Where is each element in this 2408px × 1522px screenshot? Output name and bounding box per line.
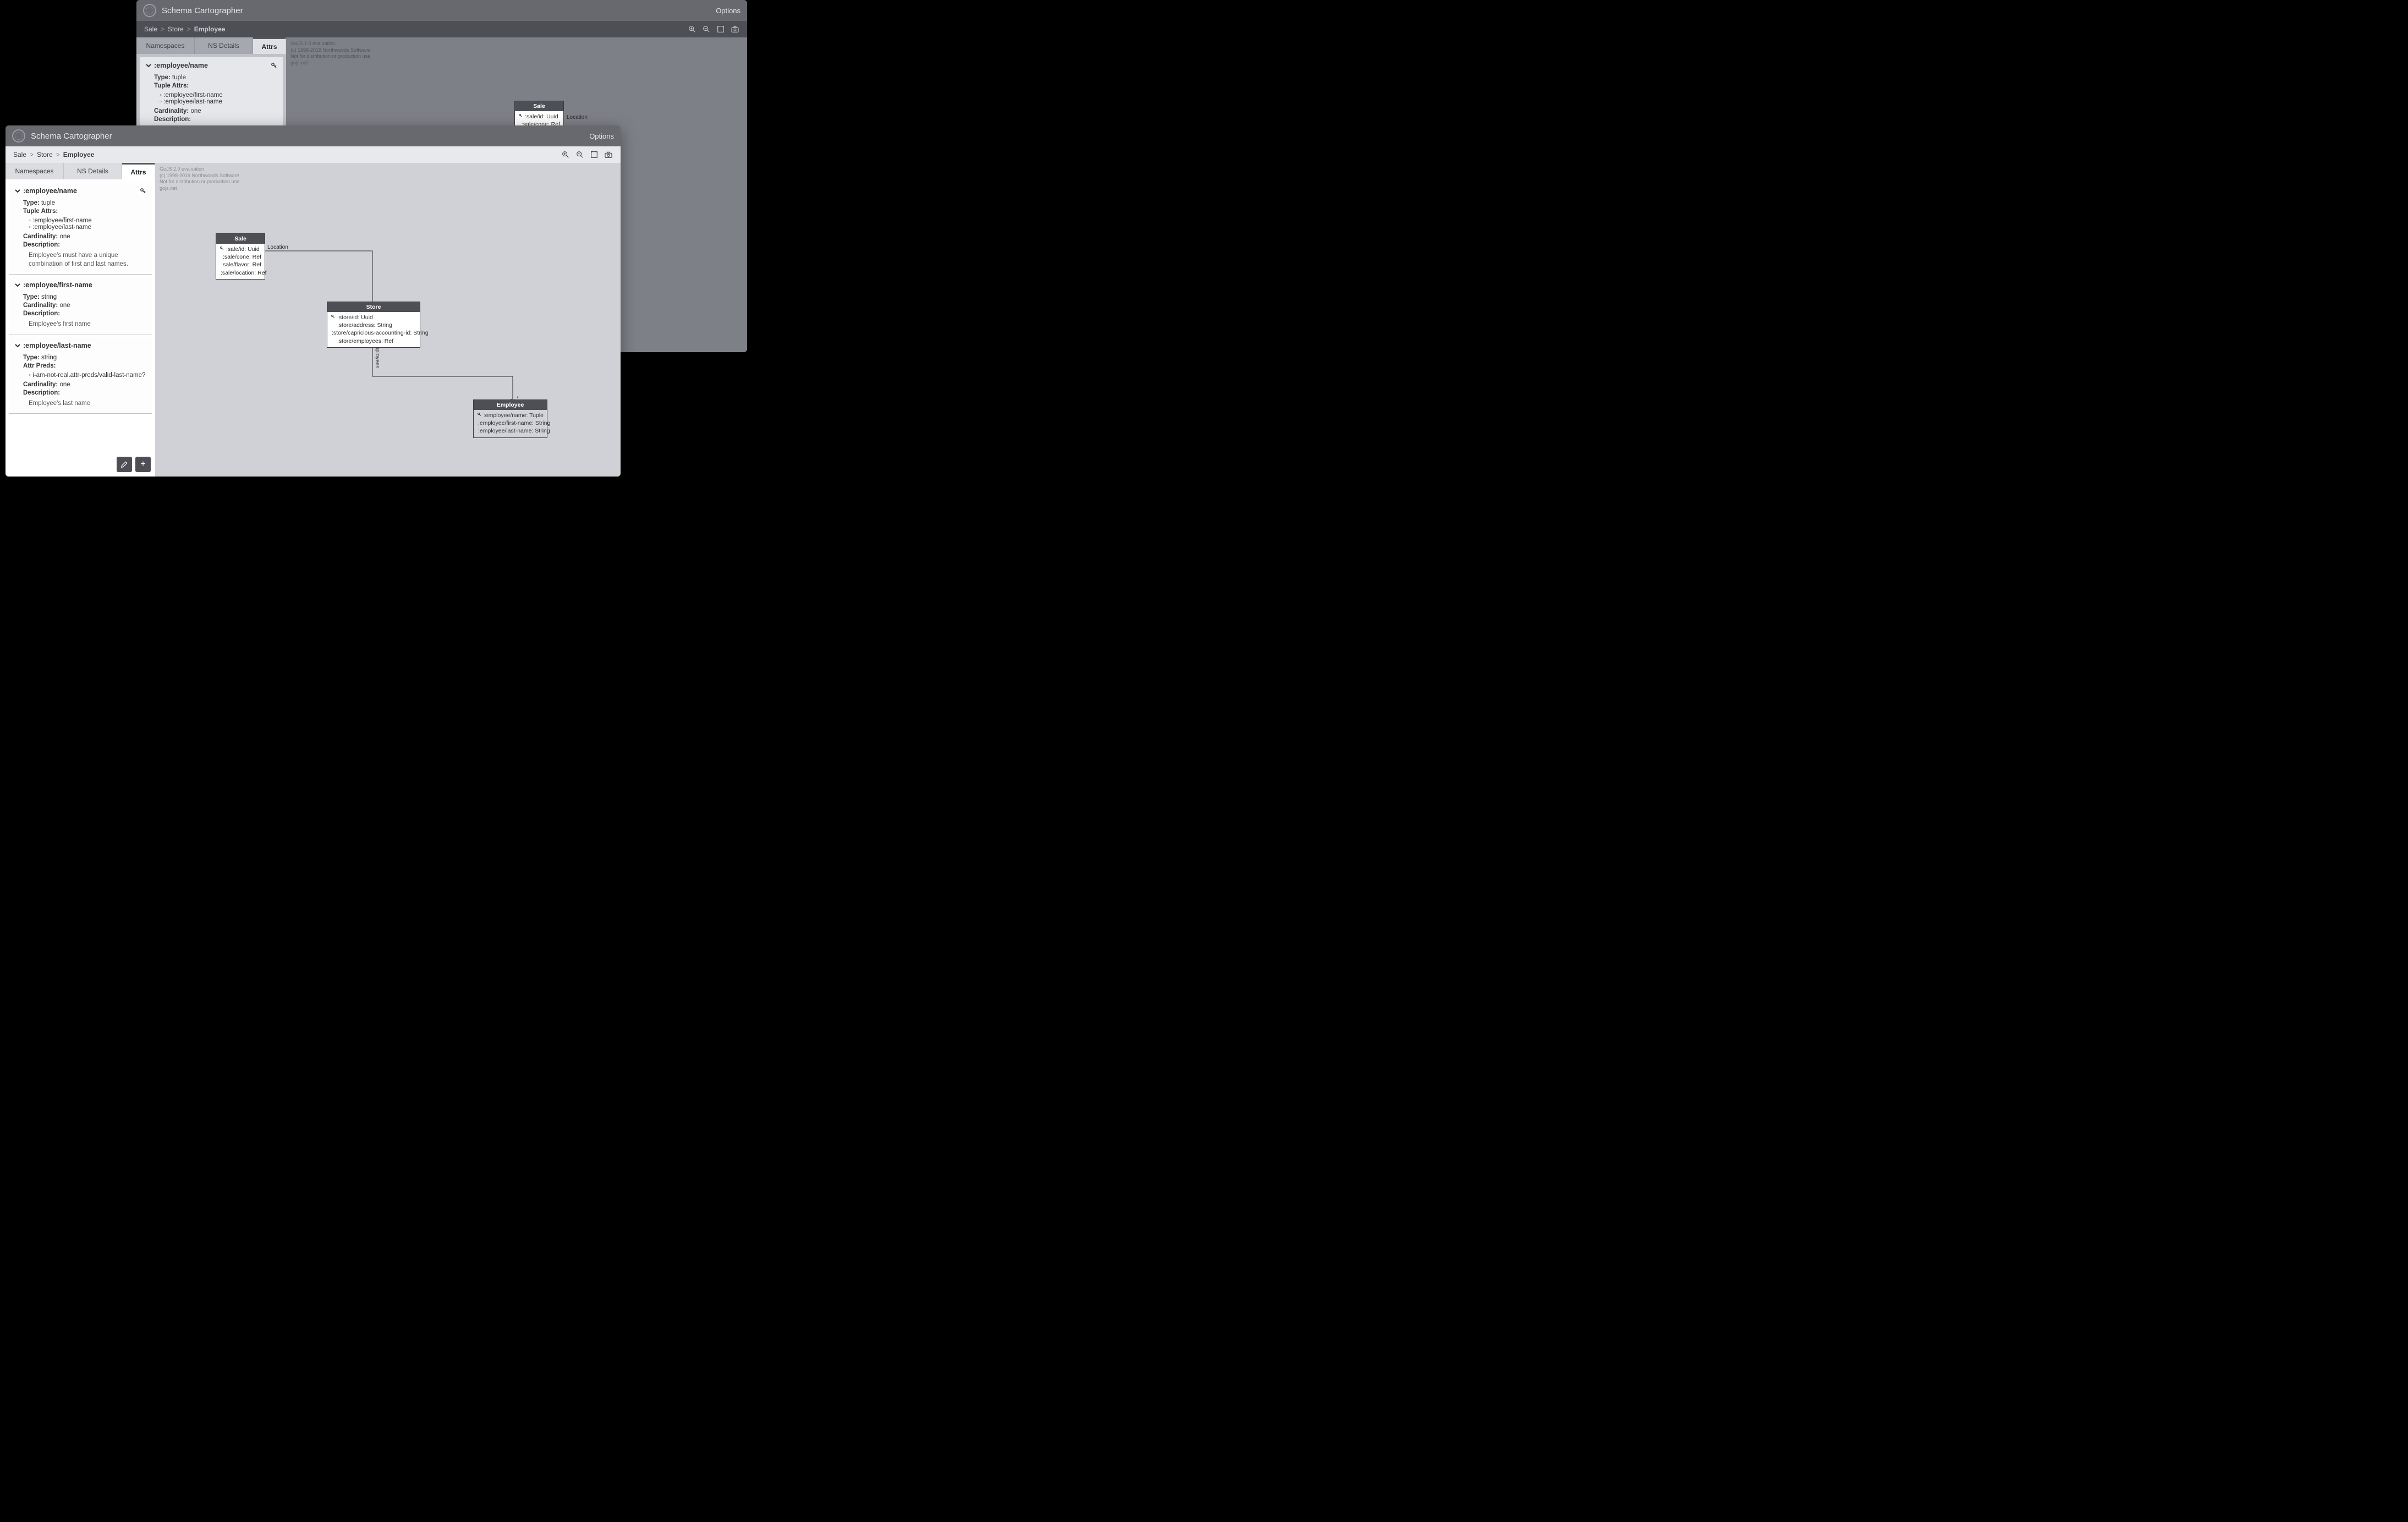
attr-title: :employee/name <box>23 187 77 195</box>
zoom-out-icon[interactable] <box>575 150 584 159</box>
app-window-front: Schema Cartographer Options Sale > Store… <box>6 125 621 477</box>
chevron-down-icon <box>14 282 21 288</box>
attr-desc: Employee's first name <box>23 319 146 329</box>
toolbar: Sale > Store > Employee <box>136 21 747 37</box>
titlebar: Schema Cartographer Options <box>6 125 621 146</box>
chevron-down-icon <box>14 188 21 194</box>
key-icon <box>518 113 524 121</box>
breadcrumb-employee[interactable]: Employee <box>194 25 226 33</box>
breadcrumb-employee[interactable]: Employee <box>63 151 95 158</box>
camera-icon[interactable] <box>604 150 613 159</box>
tab-attrs[interactable]: Attrs <box>122 163 155 179</box>
fit-icon[interactable] <box>590 150 599 159</box>
fit-icon[interactable] <box>716 25 725 34</box>
tabs: Namespaces NS Details Attrs <box>136 37 286 54</box>
key-icon <box>331 314 336 321</box>
tab-attrs[interactable]: Attrs <box>253 37 286 54</box>
breadcrumb: Sale > Store > Employee <box>144 25 225 33</box>
app-title: Schema Cartographer <box>162 6 243 15</box>
titlebar: Schema Cartographer Options <box>136 0 747 21</box>
link-label-location: Location <box>267 244 288 250</box>
gojs-watermark: GoJS 2.0 evaluation (c) 1998-2019 Northw… <box>290 41 370 67</box>
attr-panel-first: :employee/first-name Type: string Cardin… <box>9 277 152 335</box>
camera-icon[interactable] <box>731 25 739 34</box>
options-link[interactable]: Options <box>716 7 740 15</box>
edit-button[interactable] <box>117 457 132 472</box>
attr-title: :employee/first-name <box>23 281 92 289</box>
key-icon <box>477 412 482 419</box>
tab-namespaces[interactable]: Namespaces <box>6 163 64 179</box>
sidebar: Namespaces NS Details Attrs :employee/na… <box>6 163 155 477</box>
attr-toggle-first[interactable]: :employee/first-name <box>14 281 146 289</box>
breadcrumb: Sale > Store > Employee <box>13 151 94 158</box>
attr-panel-last: :employee/last-name Type: string Attr Pr… <box>9 337 152 414</box>
attr-title: :employee/name <box>154 62 208 69</box>
key-icon <box>271 62 277 69</box>
attr-panel-name: :employee/name Type: tuple Tuple Attrs: … <box>140 57 283 130</box>
tab-ns-details[interactable]: NS Details <box>64 163 122 179</box>
zoom-out-icon[interactable] <box>702 25 711 34</box>
node-employee[interactable]: Employee :employee/name: Tuple :employee… <box>473 399 547 438</box>
chevron-down-icon <box>14 342 21 349</box>
app-title: Schema Cartographer <box>31 132 112 141</box>
compass-icon <box>143 4 156 17</box>
attr-toggle-name[interactable]: :employee/name <box>14 187 146 195</box>
node-sale[interactable]: Sale :sale/id: Uuid :sale/cone: Ref :sal… <box>216 233 265 280</box>
tab-namespaces[interactable]: Namespaces <box>136 37 195 54</box>
link-label-location: Location <box>567 114 588 121</box>
attr-list: :employee/name Type: tuple Tuple Attrs: … <box>6 179 155 477</box>
attr-title: :employee/last-name <box>23 342 91 349</box>
zoom-in-icon[interactable] <box>561 150 570 159</box>
tab-ns-details[interactable]: NS Details <box>195 37 253 54</box>
gojs-watermark: GoJS 2.0 evaluation (c) 1998-2019 Northw… <box>160 166 239 192</box>
attr-desc: Employee's last name <box>23 398 146 408</box>
diagram-canvas[interactable]: GoJS 2.0 evaluation (c) 1998-2019 Northw… <box>155 163 621 477</box>
key-icon <box>220 245 225 253</box>
breadcrumb-store[interactable]: Store <box>168 25 184 33</box>
breadcrumb-sale[interactable]: Sale <box>13 151 26 158</box>
key-icon <box>140 188 146 194</box>
chevron-down-icon <box>145 62 152 69</box>
toolbar: Sale > Store > Employee <box>6 146 621 163</box>
add-button[interactable]: + <box>135 457 151 472</box>
options-link[interactable]: Options <box>589 132 614 140</box>
breadcrumb-sale[interactable]: Sale <box>144 25 157 33</box>
attr-toggle-last[interactable]: :employee/last-name <box>14 342 146 349</box>
attr-panel-name: :employee/name Type: tuple Tuple Attrs: … <box>9 183 152 275</box>
node-store[interactable]: Store :store/id: Uuid :store/address: St… <box>327 302 420 348</box>
zoom-in-icon[interactable] <box>688 25 696 34</box>
tabs: Namespaces NS Details Attrs <box>6 163 155 179</box>
compass-icon <box>12 129 25 143</box>
attr-desc: Employee's must have a unique combinatio… <box>23 250 146 269</box>
attr-toggle-name[interactable]: :employee/name <box>145 62 277 69</box>
breadcrumb-store[interactable]: Store <box>37 151 53 158</box>
